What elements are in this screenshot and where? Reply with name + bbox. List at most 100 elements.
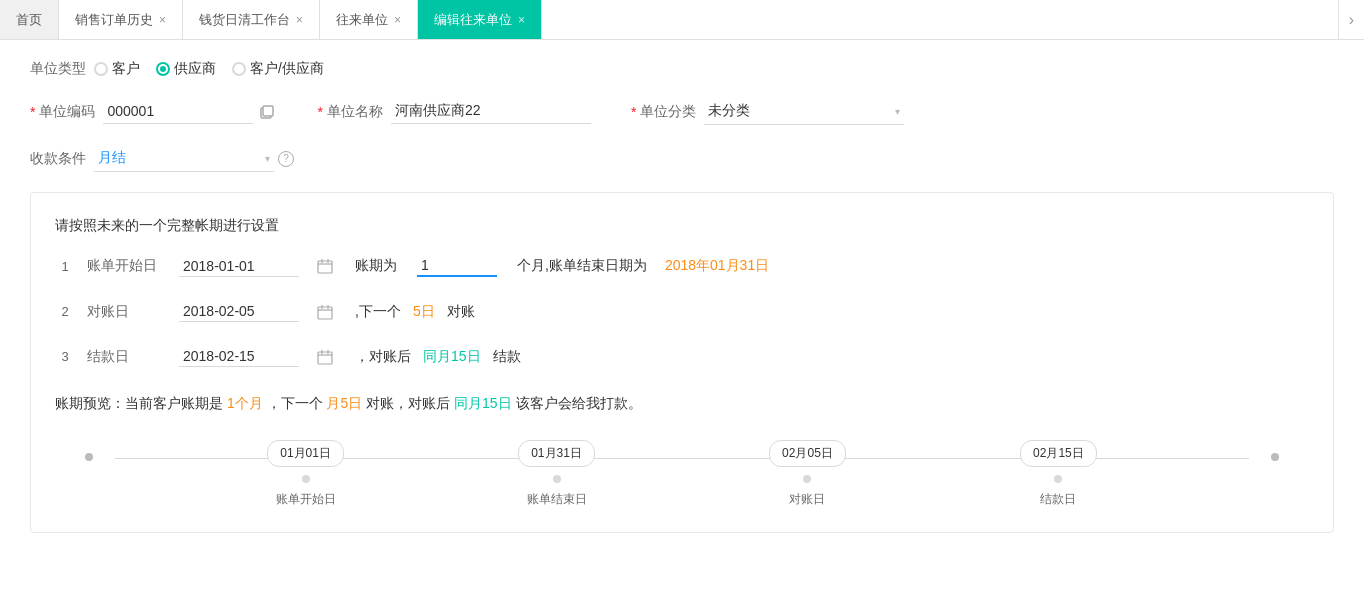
start-date-calendar-icon[interactable] [315,256,335,276]
tab-bar: 首页 销售订单历史 × 钱货日清工作台 × 往来单位 × 编辑往来单位 × › [0,0,1364,40]
unit-code-row: * 单位编码 * 单位名称 * 单位分类 未分类 ▾ [30,98,1334,125]
preview-text: 账期预览：当前客户账期是 1个月 ，下一个 月5日 对账，对账后 同月15日 该… [55,391,1309,416]
setting-row-3: 3 结款日 ，对账后 同月15日 结款 [55,346,1309,367]
row-num-1: 1 [55,259,75,274]
reconcile-date-calendar-icon[interactable] [315,302,335,322]
settings-card: 请按照未来的一个完整帐期进行设置 1 账单开始日 账期为 个月,账单结束日期为 … [30,192,1334,533]
timeline-left-dot [85,453,93,461]
node-bubble-1: 01月01日 [267,440,344,467]
timeline-node-4: 02月15日 结款日 [1020,440,1097,508]
tab-cash-ledger-close[interactable]: × [296,13,303,27]
node-dot-4 [1054,475,1062,483]
unit-type-label: 单位类型 [30,60,86,78]
unit-type-row: 单位类型 客户 供应商 客户/供应商 [30,60,1334,78]
unit-name-input[interactable] [391,99,591,124]
tab-edit-partner[interactable]: 编辑往来单位 × [418,0,542,39]
category-dropdown-icon: ▾ [895,106,900,117]
payment-term-value: 月结 [98,149,265,167]
reconcile-suffix: 对账 [447,303,475,321]
tab-sales-history[interactable]: 销售订单历史 × [59,0,183,39]
tab-cash-ledger[interactable]: 钱货日清工作台 × [183,0,320,39]
node-bubble-2: 01月31日 [518,440,595,467]
row-label-1: 账单开始日 [87,257,167,275]
node-bubble-4: 02月15日 [1020,440,1097,467]
row-num-2: 2 [55,304,75,319]
payment-date-input[interactable] [179,346,299,367]
unit-code-label: 单位编码 [39,103,95,121]
row-label-3: 结款日 [87,348,167,366]
payment-term-dropdown-icon: ▾ [265,153,270,164]
unit-category-select[interactable]: 未分类 ▾ [704,98,904,125]
radio-both[interactable]: 客户/供应商 [232,60,324,78]
node-dot-3 [803,475,811,483]
main-content: 单位类型 客户 供应商 客户/供应商 * 单位编码 * [0,40,1364,608]
payment-suffix: 结款 [493,348,521,366]
timeline: 01月01日 账单开始日 01月31日 账单结束日 02月05日 对账日 02月… [55,440,1309,508]
node-bubble-3: 02月05日 [769,440,846,467]
radio-customer-circle [94,62,108,76]
node-dot-2 [553,475,561,483]
radio-customer[interactable]: 客户 [94,60,140,78]
required-star-name: * [317,104,322,120]
unit-name-label: 单位名称 [327,103,383,121]
unit-category-label: 单位分类 [640,103,696,121]
node-dot-1 [302,475,310,483]
tab-partner-units-close[interactable]: × [394,13,401,27]
preview-date1: 月5日 [326,395,362,411]
tab-more-arrow[interactable]: › [1338,0,1364,39]
period-end-date: 2018年01月31日 [665,257,769,275]
period-input[interactable] [417,255,497,277]
tab-home[interactable]: 首页 [0,0,59,39]
period-suffix: 个月,账单结束日期为 [517,257,647,275]
preview-mid2: 对账，对账后 [366,395,450,411]
svg-rect-6 [318,307,332,319]
radio-group-unit-type: 客户 供应商 客户/供应商 [94,60,324,78]
payment-prefix: ，对账后 [355,348,411,366]
row-label-2: 对账日 [87,303,167,321]
node-label-2: 账单结束日 [527,491,587,508]
payment-term-select[interactable]: 月结 ▾ [94,145,274,172]
tab-partner-units[interactable]: 往来单位 × [320,0,418,39]
row-num-3: 3 [55,349,75,364]
start-date-input[interactable] [179,256,299,277]
svg-rect-10 [318,352,332,364]
tab-sales-history-close[interactable]: × [159,13,166,27]
svg-rect-2 [318,261,332,273]
reconcile-highlight: 5日 [413,303,435,321]
payment-highlight: 同月15日 [423,348,481,366]
reconcile-prefix: ,下一个 [355,303,401,321]
timeline-node-3: 02月05日 对账日 [769,440,846,508]
radio-both-circle [232,62,246,76]
tab-edit-partner-close[interactable]: × [518,13,525,27]
setting-row-2: 2 对账日 ,下一个 5日 对账 [55,301,1309,322]
preview-end: 该客户会给我打款。 [516,395,642,411]
unit-category-value: 未分类 [708,102,895,120]
payment-date-calendar-icon[interactable] [315,347,335,367]
preview-date2: 同月15日 [454,395,512,411]
timeline-nodes: 01月01日 账单开始日 01月31日 账单结束日 02月05日 对账日 02月… [85,440,1279,508]
preview-period: 1个月 [227,395,263,411]
payment-term-label: 收款条件 [30,150,86,168]
required-star-code: * [30,104,35,120]
reconcile-date-input[interactable] [179,301,299,322]
preview-label: 账期预览：当前客户账期是 [55,395,223,411]
node-label-4: 结款日 [1040,491,1076,508]
preview-mid: ，下一个 [267,395,323,411]
timeline-left-dot-wrap [85,453,93,461]
period-prefix: 账期为 [355,257,397,275]
node-label-1: 账单开始日 [276,491,336,508]
radio-supplier[interactable]: 供应商 [156,60,216,78]
node-label-3: 对账日 [789,491,825,508]
payment-term-row: 收款条件 月结 ▾ ? [30,145,1334,172]
help-icon[interactable]: ? [278,151,294,167]
card-title: 请按照未来的一个完整帐期进行设置 [55,217,1309,235]
radio-supplier-circle [156,62,170,76]
setting-row-1: 1 账单开始日 账期为 个月,账单结束日期为 2018年01月31日 [55,255,1309,277]
unit-code-copy-icon[interactable] [257,102,277,122]
timeline-right-dot [1271,453,1279,461]
required-star-category: * [631,104,636,120]
unit-code-input[interactable] [103,99,253,124]
timeline-node-1: 01月01日 账单开始日 [267,440,344,508]
timeline-right-dot-wrap [1271,453,1279,461]
svg-rect-1 [263,106,273,116]
